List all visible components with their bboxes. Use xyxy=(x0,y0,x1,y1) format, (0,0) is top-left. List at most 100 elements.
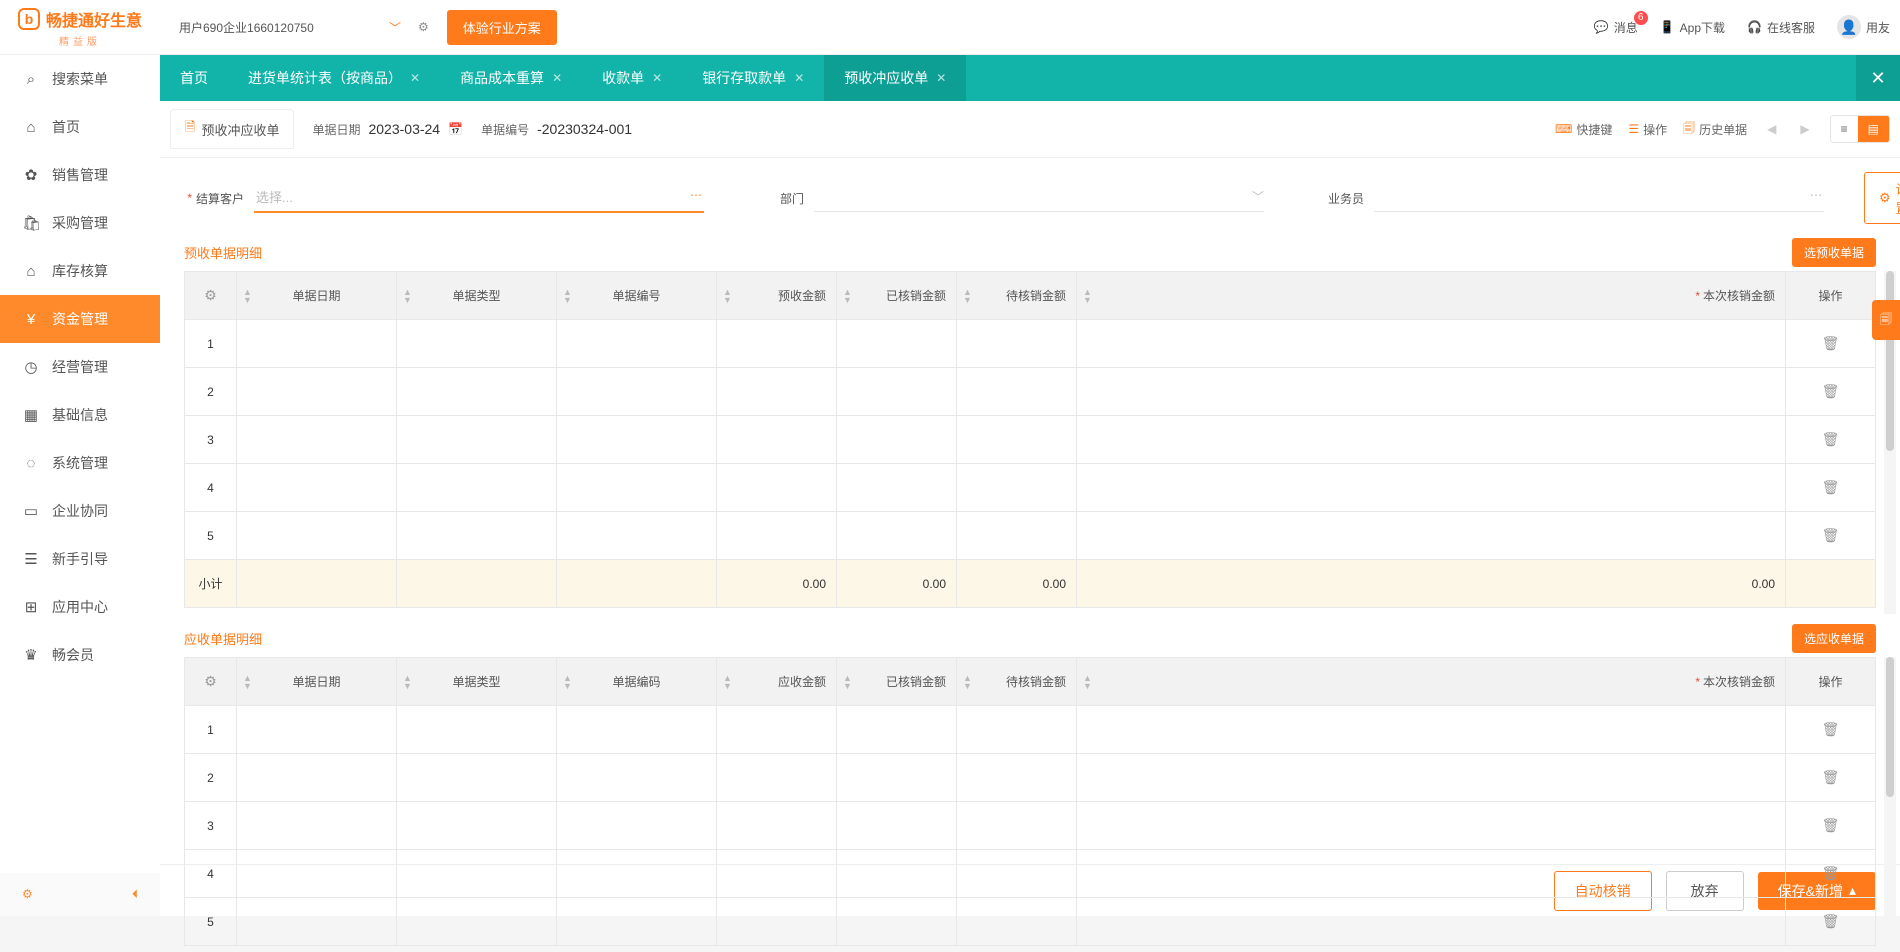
table-row[interactable]: 2🗑 xyxy=(185,368,1876,416)
table-row[interactable]: 4🗑 xyxy=(185,850,1876,898)
settings-button[interactable]: ⚙设置 xyxy=(1864,172,1900,224)
org-settings-icon[interactable]: ⚙ xyxy=(418,20,429,34)
tab[interactable]: 首页 xyxy=(160,55,228,101)
brand-name: 畅捷通好生意 xyxy=(46,7,142,31)
table-row[interactable]: 5🗑 xyxy=(185,512,1876,560)
delete-icon[interactable]: 🗑 xyxy=(1822,479,1840,495)
shortcut-link[interactable]: ⌨快捷键 xyxy=(1555,121,1612,138)
table-row[interactable]: 1🗑 xyxy=(185,320,1876,368)
view-list-toggle[interactable]: ≡ xyxy=(1831,116,1858,142)
sidebar-item[interactable]: ▭企业协同 xyxy=(0,487,160,535)
chevron-down-icon[interactable]: ﹀ xyxy=(1252,188,1264,205)
collapse-sidebar-icon[interactable]: ⏴ xyxy=(132,887,138,902)
select-prepay-bills-button[interactable]: 选预收单据 xyxy=(1792,238,1876,267)
next-bill-button[interactable]: ▶ xyxy=(1796,122,1813,136)
delete-icon[interactable]: 🗑 xyxy=(1822,817,1840,833)
app-download-link[interactable]: 📱 App下载 xyxy=(1660,19,1725,36)
department-input[interactable] xyxy=(814,184,1264,212)
delete-icon[interactable]: 🗑 xyxy=(1822,913,1840,929)
table-row[interactable]: 1🗑 xyxy=(185,706,1876,754)
gear-icon[interactable]: ⚙ xyxy=(204,287,217,303)
tab[interactable]: 银行存取款单✕ xyxy=(682,55,824,101)
sidebar-icon: ◌ xyxy=(22,455,40,472)
bill-date-field: 单据日期 2023-03-24 📅 xyxy=(312,121,463,138)
delete-icon[interactable]: 🗑 xyxy=(1822,431,1840,447)
col-bill-date[interactable]: 单据日期 xyxy=(292,675,340,689)
history-icon: 🗐 xyxy=(1683,119,1695,140)
close-icon[interactable]: ✕ xyxy=(410,71,420,85)
tab[interactable]: 进货单统计表（按商品）✕ xyxy=(228,55,440,101)
sidebar-item[interactable]: ◷经营管理 xyxy=(0,343,160,391)
close-icon[interactable]: ✕ xyxy=(936,71,946,85)
salesperson-input[interactable] xyxy=(1374,184,1824,212)
sidebar-item[interactable]: ♛畅会员 xyxy=(0,631,160,679)
sidebar-item[interactable]: ◌系统管理 xyxy=(0,439,160,487)
delete-icon[interactable]: 🗑 xyxy=(1822,527,1840,543)
col-bill-type[interactable]: 单据类型 xyxy=(452,289,500,303)
sidebar-item[interactable]: ⌂库存核算 xyxy=(0,247,160,295)
settle-customer-more-icon[interactable]: ⋯ xyxy=(690,188,704,202)
customer-service-link[interactable]: 🎧 在线客服 xyxy=(1747,19,1815,36)
delete-icon[interactable]: 🗑 xyxy=(1822,865,1840,881)
tab[interactable]: 商品成本重算✕ xyxy=(440,55,582,101)
table-row[interactable]: 2🗑 xyxy=(185,754,1876,802)
col-receivable-amount[interactable]: 应收金额 xyxy=(778,675,826,689)
select-receivable-bills-button[interactable]: 选应收单据 xyxy=(1792,624,1876,653)
col-bill-type[interactable]: 单据类型 xyxy=(452,675,500,689)
sidebar-item[interactable]: ☰新手引导 xyxy=(0,535,160,583)
footer-gear-icon[interactable]: ⚙ xyxy=(22,887,33,902)
col-this-writeoff[interactable]: 本次核销金额 xyxy=(1703,675,1775,689)
close-icon[interactable]: ✕ xyxy=(652,71,662,85)
sidebar-item[interactable]: ✿销售管理 xyxy=(0,151,160,199)
user-menu[interactable]: 👤 用友 xyxy=(1837,15,1890,39)
table-row[interactable]: 3🗑 xyxy=(185,802,1876,850)
view-card-toggle[interactable]: ▤ xyxy=(1858,116,1889,142)
messages-link[interactable]: 💬 消息 6 xyxy=(1594,19,1638,36)
col-prepay-amount[interactable]: 预收金额 xyxy=(778,289,826,303)
tab[interactable]: 收款单✕ xyxy=(582,55,682,101)
prev-bill-button[interactable]: ◀ xyxy=(1763,122,1780,136)
sidebar-item[interactable]: ⌂首页 xyxy=(0,103,160,151)
sidebar-item[interactable]: ▦基础信息 xyxy=(0,391,160,439)
messages-badge: 6 xyxy=(1634,11,1648,25)
col-bill-date[interactable]: 单据日期 xyxy=(292,289,340,303)
document-icon: 🗎 xyxy=(185,118,195,140)
bill-date-value[interactable]: 2023-03-24 xyxy=(368,121,440,137)
receivable-table: ⚙ ▲▼单据日期 ▲▼单据类型 ▲▼单据编码 ▲▼应收金额 ▲▼已核销金额 ▲▼… xyxy=(184,657,1876,946)
delete-icon[interactable]: 🗑 xyxy=(1822,383,1840,399)
close-icon[interactable]: ✕ xyxy=(794,71,804,85)
tab[interactable]: 预收冲应收单✕ xyxy=(824,55,966,101)
sidebar-item[interactable]: ⊞应用中心 xyxy=(0,583,160,631)
sidebar-icon: ⌕ xyxy=(22,71,40,88)
col-bill-no[interactable]: 单据编号 xyxy=(612,289,660,303)
sidebar-item[interactable]: ¥资金管理 xyxy=(0,295,160,343)
gear-icon[interactable]: ⚙ xyxy=(204,673,217,689)
sidebar-icon: ⌂ xyxy=(22,263,40,280)
salesperson-more-icon[interactable]: ⋯ xyxy=(1810,188,1824,202)
col-written-off[interactable]: 已核销金额 xyxy=(886,675,946,689)
sidebar-item[interactable]: ⌕搜索菜单 xyxy=(0,55,160,103)
history-link[interactable]: 🗐历史单据 xyxy=(1683,119,1747,140)
org-selector[interactable]: 用户690企业1660120750 ﹀ xyxy=(170,14,410,41)
settle-customer-input[interactable] xyxy=(254,184,704,213)
scrollbar[interactable] xyxy=(1884,657,1896,952)
experience-plan-button[interactable]: 体验行业方案 xyxy=(447,10,557,45)
col-this-writeoff[interactable]: 本次核销金额 xyxy=(1703,289,1775,303)
table-row[interactable]: 5🗑 xyxy=(185,898,1876,946)
col-pending[interactable]: 待核销金额 xyxy=(1006,289,1066,303)
prepay-section-title: 预收单据明细 xyxy=(184,243,262,262)
delete-icon[interactable]: 🗑 xyxy=(1822,721,1840,737)
col-bill-code[interactable]: 单据编码 xyxy=(612,675,660,689)
side-drawer-toggle[interactable]: 🗐 xyxy=(1872,300,1900,340)
delete-icon[interactable]: 🗑 xyxy=(1822,769,1840,785)
col-pending[interactable]: 待核销金额 xyxy=(1006,675,1066,689)
delete-icon[interactable]: 🗑 xyxy=(1822,335,1840,351)
close-icon[interactable]: ✕ xyxy=(552,71,562,85)
calendar-icon[interactable]: 📅 xyxy=(448,122,463,136)
close-all-tabs-button[interactable]: ✕ xyxy=(1856,55,1900,101)
sidebar-item[interactable]: 🛍采购管理 xyxy=(0,199,160,247)
table-row[interactable]: 4🗑 xyxy=(185,464,1876,512)
table-row[interactable]: 3🗑 xyxy=(185,416,1876,464)
col-written-off[interactable]: 已核销金额 xyxy=(886,289,946,303)
operations-link[interactable]: ☰操作 xyxy=(1628,121,1667,138)
